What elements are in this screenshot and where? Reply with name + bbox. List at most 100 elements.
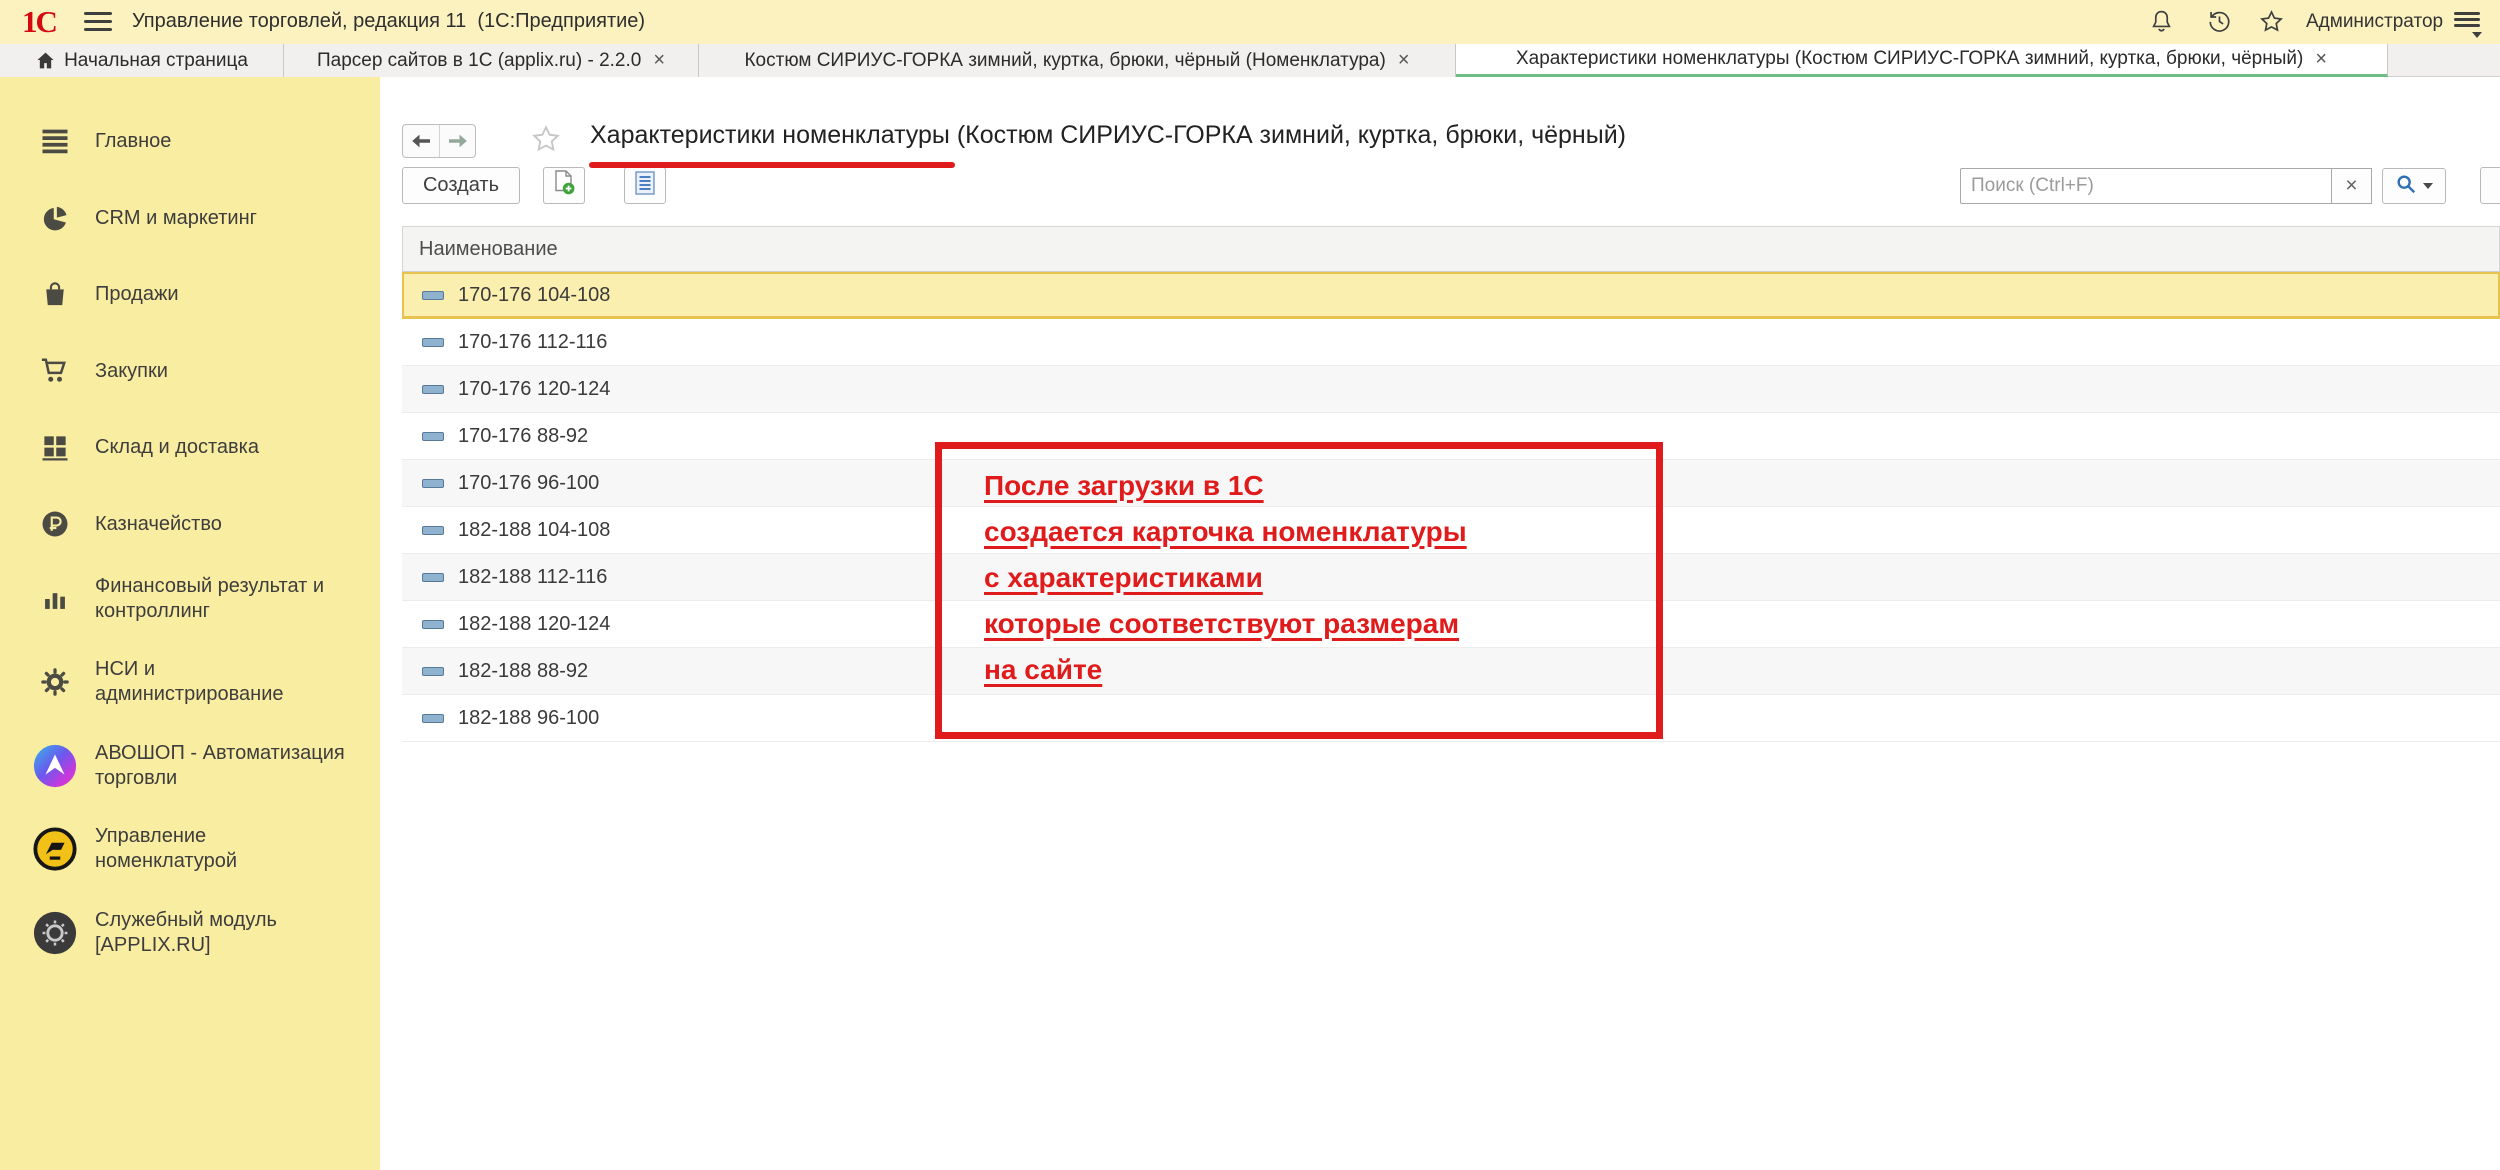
menu-icon[interactable]: [84, 12, 112, 32]
more-button[interactable]: [2480, 167, 2500, 204]
row-label: 170-176 88-92: [458, 424, 589, 447]
app-root: 1С Управление торговлей, редакция 11 (1С…: [0, 0, 2500, 1170]
sidebar-item-3[interactable]: Закупки: [0, 343, 380, 399]
characteristic-icon: [422, 384, 444, 394]
sidebar-item-9[interactable]: Управление номенклатурой: [0, 821, 380, 877]
clear-search-button[interactable]: ×: [2332, 168, 2372, 204]
sidebar-item-2[interactable]: Продажи: [0, 266, 380, 322]
favorites-star-icon[interactable]: [2258, 8, 2286, 36]
sidebar-item-label: Склад и доставка: [95, 435, 259, 458]
table-row[interactable]: 182-188 96-100: [402, 695, 2500, 742]
service-module-logo: [32, 910, 78, 956]
table-row[interactable]: 170-176 104-108: [402, 272, 2500, 319]
search-area: ×: [1960, 168, 2372, 204]
search-magnifier-icon: [2395, 173, 2417, 200]
forward-button[interactable]: [439, 125, 475, 157]
new-group-icon: [552, 169, 576, 202]
gear-icon: [32, 667, 78, 697]
close-icon[interactable]: ×: [2315, 48, 2327, 71]
page-title-main: Характеристики номенклатуры: [590, 121, 950, 149]
row-label: 170-176 104-108: [458, 283, 611, 306]
nav-buttons: [402, 124, 476, 158]
sidebar-item-6[interactable]: Финансовый результат и контроллинг: [0, 571, 380, 627]
shopping-bag-icon: [32, 279, 78, 309]
table-row[interactable]: 182-188 88-92: [402, 648, 2500, 695]
close-icon[interactable]: ×: [653, 49, 665, 72]
tab-1[interactable]: Парсер сайтов в 1С (applix.ru) - 2.2.0 ×: [284, 44, 699, 77]
sidebar-item-label: CRM и маркетинг: [95, 206, 257, 229]
characteristic-icon: [422, 666, 444, 676]
search-button[interactable]: [2382, 168, 2446, 204]
row-label: 170-176 112-116: [458, 330, 608, 353]
close-icon[interactable]: ×: [1398, 49, 1410, 72]
warehouse-boxes-icon: [32, 432, 78, 462]
red-marker-underline: [589, 162, 955, 168]
tab-bar: Начальная страница Парсер сайтов в 1С (ap…: [0, 44, 2500, 77]
row-label: 182-188 112-116: [458, 565, 608, 588]
sidebar-item-label: Главное: [95, 129, 172, 152]
table-row[interactable]: 170-176 96-100: [402, 460, 2500, 507]
table-row[interactable]: 182-188 104-108: [402, 507, 2500, 554]
sidebar-item-10[interactable]: Служебный модуль [APPLIX.RU]: [0, 905, 380, 961]
user-name[interactable]: Администратор: [2306, 11, 2443, 33]
sidebar-item-label: Управление номенклатурой: [95, 825, 237, 872]
1c-logo: 1С: [22, 4, 58, 39]
row-label: 182-188 96-100: [458, 706, 600, 729]
sidebar-item-4[interactable]: Склад и доставка: [0, 419, 380, 475]
shopping-cart-icon: [32, 357, 78, 385]
table-row[interactable]: 170-176 112-116: [402, 319, 2500, 366]
table-row[interactable]: 182-188 112-116: [402, 554, 2500, 601]
top-bar: 1С Управление торговлей, редакция 11 (1С…: [0, 0, 2500, 44]
home-icon: [35, 50, 56, 71]
sidebar-item-1[interactable]: CRM и маркетинг: [0, 190, 380, 246]
sections-menu-icon: [32, 128, 78, 155]
favorite-star-icon[interactable]: [530, 123, 562, 160]
history-clock-icon[interactable]: [2206, 8, 2234, 36]
tab-label: Начальная страница: [64, 49, 248, 71]
characteristic-icon: [422, 525, 444, 535]
list-settings-button[interactable]: [624, 167, 666, 204]
nomenclature-logo: [32, 826, 78, 872]
sidebar-item-label: Служебный модуль [APPLIX.RU]: [95, 909, 277, 956]
characteristic-icon: [422, 478, 444, 488]
sidebar-item-5[interactable]: Казначейство: [0, 496, 380, 552]
sidebar-item-label: АВОШОП - Автоматизация торговли: [95, 742, 345, 789]
back-button[interactable]: [403, 125, 439, 157]
tab-3[interactable]: Характеристики номенклатуры (Костюм СИРИ…: [1456, 44, 2388, 77]
sidebar-item-8[interactable]: АВОШОП - Автоматизация торговли: [0, 738, 380, 794]
sidebar-item-label: Продажи: [95, 282, 179, 305]
notifications-bell-icon[interactable]: [2148, 8, 2176, 36]
pie-chart-icon: [32, 203, 78, 233]
tab-2[interactable]: Костюм СИРИУС-ГОРКА зимний, куртка, брюк…: [699, 44, 1456, 77]
characteristic-icon: [422, 713, 444, 723]
row-label: 182-188 104-108: [458, 518, 611, 541]
tab-label: Характеристики номенклатуры (Костюм СИРИ…: [1515, 48, 2304, 69]
row-label: 182-188 120-124: [458, 612, 611, 635]
table-rows: 170-176 104-108 170-176 112-116 170-176 12…: [402, 272, 2500, 742]
table-header: Наименование: [402, 226, 2500, 272]
chevron-down-icon: [2423, 183, 2433, 189]
create-button[interactable]: Создать: [402, 167, 520, 204]
page-title-suffix: (Костюм СИРИУС-ГОРКА зимний, куртка, брю…: [949, 121, 1626, 149]
search-input[interactable]: [1960, 168, 2332, 204]
sidebar: Главное CRM и маркетинг Продажи Закупки Скла…: [0, 77, 380, 1170]
characteristic-icon: [422, 619, 444, 629]
app-title: Управление торговлей, редакция 11 (1С:Пр…: [132, 10, 646, 32]
avoshop-logo: [32, 743, 78, 789]
table-row[interactable]: 170-176 88-92: [402, 413, 2500, 460]
user-menu-icon[interactable]: [2454, 12, 2482, 38]
sidebar-item-7[interactable]: НСИ и администрирование: [0, 654, 380, 710]
sidebar-item-0[interactable]: Главное: [0, 113, 380, 169]
table-row[interactable]: 182-188 120-124: [402, 601, 2500, 648]
characteristic-icon: [422, 431, 444, 441]
sidebar-item-label: Казначейство: [95, 512, 222, 535]
characteristic-icon: [422, 337, 444, 347]
table-row[interactable]: 170-176 120-124: [402, 366, 2500, 413]
tab-0[interactable]: Начальная страница: [0, 44, 284, 77]
main-area: Характеристики номенклатуры (Костюм СИРИ…: [380, 77, 2500, 1170]
column-header-name: Наименование: [419, 237, 558, 260]
row-label: 170-176 96-100: [458, 471, 600, 494]
new-group-button[interactable]: [543, 167, 585, 204]
characteristic-icon: [422, 290, 444, 300]
sidebar-item-label: НСИ и администрирование: [95, 658, 284, 705]
